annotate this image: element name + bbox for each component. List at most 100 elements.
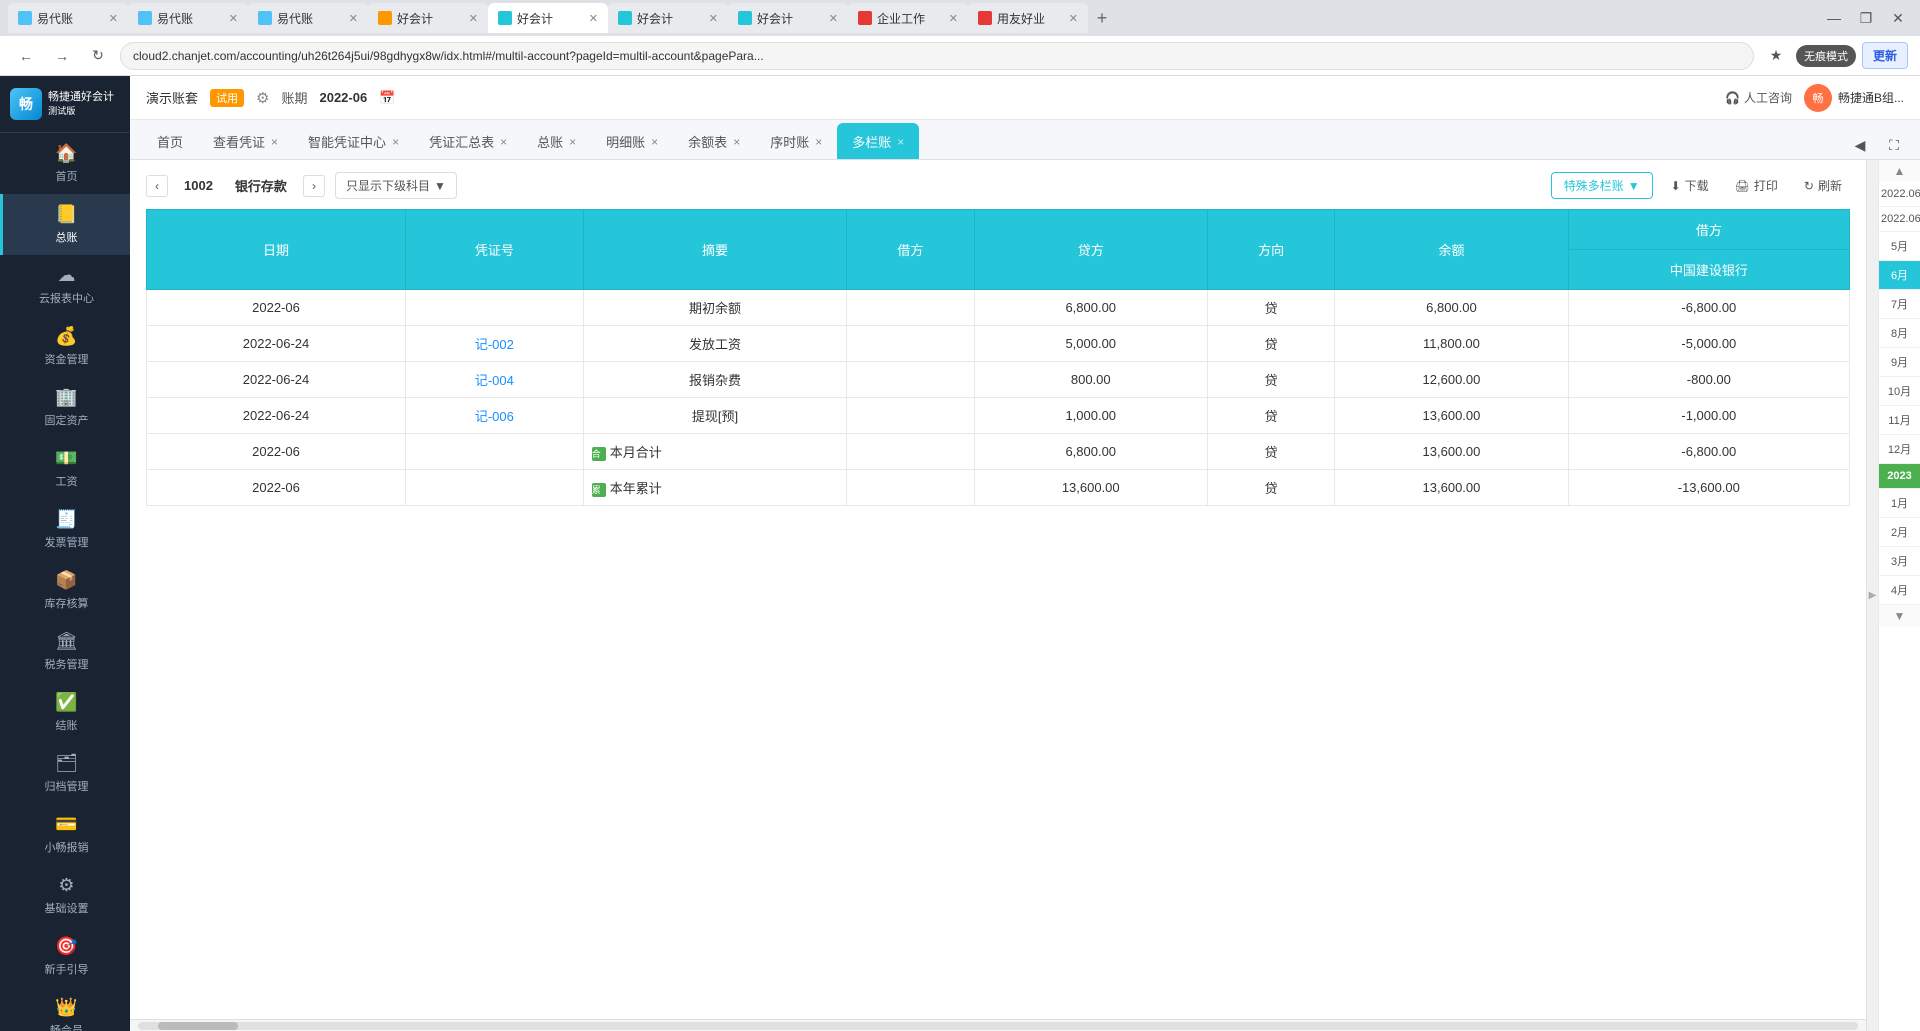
tab-close-7[interactable]: ✕	[829, 12, 838, 25]
forward-button[interactable]: →	[48, 42, 76, 70]
time-item-12[interactable]: 12月	[1879, 435, 1920, 464]
browser-tab-3[interactable]: 易代账 ✕	[248, 3, 368, 33]
sidebar-item-home[interactable]: 🏠 首页	[0, 133, 130, 194]
tab-balance-close[interactable]: ×	[733, 135, 740, 149]
browser-tab-2[interactable]: 易代账 ✕	[128, 3, 248, 33]
calendar-icon[interactable]: 📅	[379, 90, 395, 106]
voucher-link[interactable]: 记-006	[475, 409, 514, 424]
cell-voucher[interactable]: 记-004	[406, 362, 584, 398]
cell-voucher[interactable]: 记-006	[406, 398, 584, 434]
tab-vsummary-close[interactable]: ×	[500, 135, 507, 149]
tab-smart-close[interactable]: ×	[392, 135, 399, 149]
sidebar-item-payroll[interactable]: 💵 工资	[0, 438, 130, 499]
multi-col-button[interactable]: 特殊多栏账 ▼	[1551, 172, 1653, 199]
collapse-tabs-button[interactable]: ◀	[1846, 131, 1874, 159]
time-item-9[interactable]: 9月	[1879, 348, 1920, 377]
tab-close-2[interactable]: ✕	[229, 12, 238, 25]
tab-detail-ledger[interactable]: 明细账 ×	[591, 123, 673, 159]
tab-general-ledger[interactable]: 总账 ×	[522, 123, 591, 159]
sidebar-item-assets[interactable]: 🏢 固定资产	[0, 377, 130, 438]
time-item-1[interactable]: 1月	[1879, 489, 1920, 518]
time-item-3[interactable]: 3月	[1879, 547, 1920, 576]
browser-tab-9[interactable]: 用友好业 ✕	[968, 3, 1088, 33]
time-item-2022-header1[interactable]: 2022.06	[1879, 182, 1920, 207]
url-input[interactable]	[120, 42, 1754, 70]
browser-tab-1[interactable]: 易代账 ✕	[8, 3, 128, 33]
tab-vouchers-close[interactable]: ×	[271, 135, 278, 149]
tab-journal[interactable]: 序时账 ×	[755, 123, 837, 159]
time-item-5[interactable]: 5月	[1879, 232, 1920, 261]
browser-tab-8[interactable]: 企业工作 ✕	[848, 3, 968, 33]
refresh-button[interactable]: ↻	[84, 42, 112, 70]
tab-vouchers[interactable]: 查看凭证 ×	[198, 123, 293, 159]
tab-close-1[interactable]: ✕	[109, 12, 118, 25]
tab-home[interactable]: 首页	[142, 123, 198, 159]
minimize-button[interactable]: —	[1820, 4, 1848, 32]
tab-close-9[interactable]: ✕	[1069, 12, 1078, 25]
update-button[interactable]: 更新	[1862, 42, 1908, 69]
browser-tab-7[interactable]: 好会计 ✕	[728, 3, 848, 33]
sidebar-item-ledger[interactable]: 📒 总账	[0, 194, 130, 255]
time-item-year-2023[interactable]: 2023	[1879, 464, 1920, 489]
consult-button[interactable]: 🎧 人工咨询	[1725, 89, 1792, 106]
sidebar-item-inventory[interactable]: 📦 库存核算	[0, 560, 130, 621]
browser-tab-5[interactable]: 好会计 ✕	[488, 3, 608, 33]
tab-voucher-summary[interactable]: 凭证汇总表 ×	[414, 123, 522, 159]
filter-button[interactable]: 只显示下级科目 ▼	[335, 172, 457, 199]
sidebar-item-tax[interactable]: 🏛 税务管理	[0, 621, 130, 682]
tab-multi-col[interactable]: 多栏账 ×	[837, 123, 919, 159]
time-scroll-down[interactable]: ▼	[1879, 605, 1920, 627]
tab-close-4[interactable]: ✕	[469, 12, 478, 25]
tab-dl-close[interactable]: ×	[651, 135, 658, 149]
time-item-10[interactable]: 10月	[1879, 377, 1920, 406]
new-tab-button[interactable]: +	[1088, 4, 1116, 32]
account-settings-icon[interactable]: ⚙	[256, 89, 269, 107]
sidebar-item-funds[interactable]: 💰 资金管理	[0, 316, 130, 377]
tab-close-8[interactable]: ✕	[949, 12, 958, 25]
browser-tab-6[interactable]: 好会计 ✕	[608, 3, 728, 33]
tab-journal-close[interactable]: ×	[815, 135, 822, 149]
voucher-link[interactable]: 记-004	[475, 373, 514, 388]
incognito-button[interactable]: 无痕模式	[1796, 45, 1856, 67]
time-item-6[interactable]: 6月	[1879, 261, 1920, 290]
sidebar-item-member[interactable]: 👑 畅会员	[0, 987, 130, 1031]
tab-gl-close[interactable]: ×	[569, 135, 576, 149]
sidebar-item-close[interactable]: ✅ 结账	[0, 682, 130, 743]
tab-multicol-close[interactable]: ×	[897, 135, 904, 149]
tab-close-3[interactable]: ✕	[349, 12, 358, 25]
cell-voucher[interactable]: 记-002	[406, 326, 584, 362]
browser-tab-4[interactable]: 好会计 ✕	[368, 3, 488, 33]
user-info[interactable]: 畅 畅捷通B组...	[1804, 84, 1904, 112]
collapse-panel-handle[interactable]: ▶	[1866, 160, 1878, 1031]
prev-account-button[interactable]: ‹	[146, 175, 168, 197]
time-item-4[interactable]: 4月	[1879, 576, 1920, 605]
refresh-button[interactable]: ↻ 刷新	[1796, 173, 1850, 198]
time-item-7[interactable]: 7月	[1879, 290, 1920, 319]
download-button[interactable]: ⬇ 下载	[1663, 173, 1717, 198]
tab-close-6[interactable]: ✕	[709, 12, 718, 25]
time-item-11[interactable]: 11月	[1879, 406, 1920, 435]
sidebar-item-expense[interactable]: 💳 小畅报销	[0, 804, 130, 865]
sidebar-item-archive[interactable]: 🗂 归档管理	[0, 743, 130, 804]
time-item-8[interactable]: 8月	[1879, 319, 1920, 348]
next-account-button[interactable]: ›	[303, 175, 325, 197]
time-item-2[interactable]: 2月	[1879, 518, 1920, 547]
restore-button[interactable]: ❐	[1852, 4, 1880, 32]
tab-close-5[interactable]: ✕	[589, 12, 598, 25]
sidebar-item-guide[interactable]: 🎯 新手引导	[0, 926, 130, 987]
time-item-2022-header2[interactable]: 2022.06	[1879, 207, 1920, 232]
scroll-thumb[interactable]	[158, 1022, 238, 1030]
sidebar-item-settings[interactable]: ⚙ 基础设置	[0, 865, 130, 926]
tab-smart-vouchers[interactable]: 智能凭证中心 ×	[293, 123, 414, 159]
tab-balance[interactable]: 余额表 ×	[673, 123, 755, 159]
horizontal-scrollbar[interactable]	[130, 1019, 1866, 1031]
print-button[interactable]: 🖨 打印	[1727, 173, 1786, 198]
time-scroll-up[interactable]: ▲	[1879, 160, 1920, 182]
bookmark-icon[interactable]: ★	[1762, 42, 1790, 70]
sidebar-item-reports[interactable]: ☁ 云报表中心	[0, 255, 130, 316]
voucher-link[interactable]: 记-002	[475, 337, 514, 352]
back-button[interactable]: ←	[12, 42, 40, 70]
close-button[interactable]: ✕	[1884, 4, 1912, 32]
sidebar-item-invoice[interactable]: 🧾 发票管理	[0, 499, 130, 560]
expand-tabs-button[interactable]: ⛶	[1880, 131, 1908, 159]
